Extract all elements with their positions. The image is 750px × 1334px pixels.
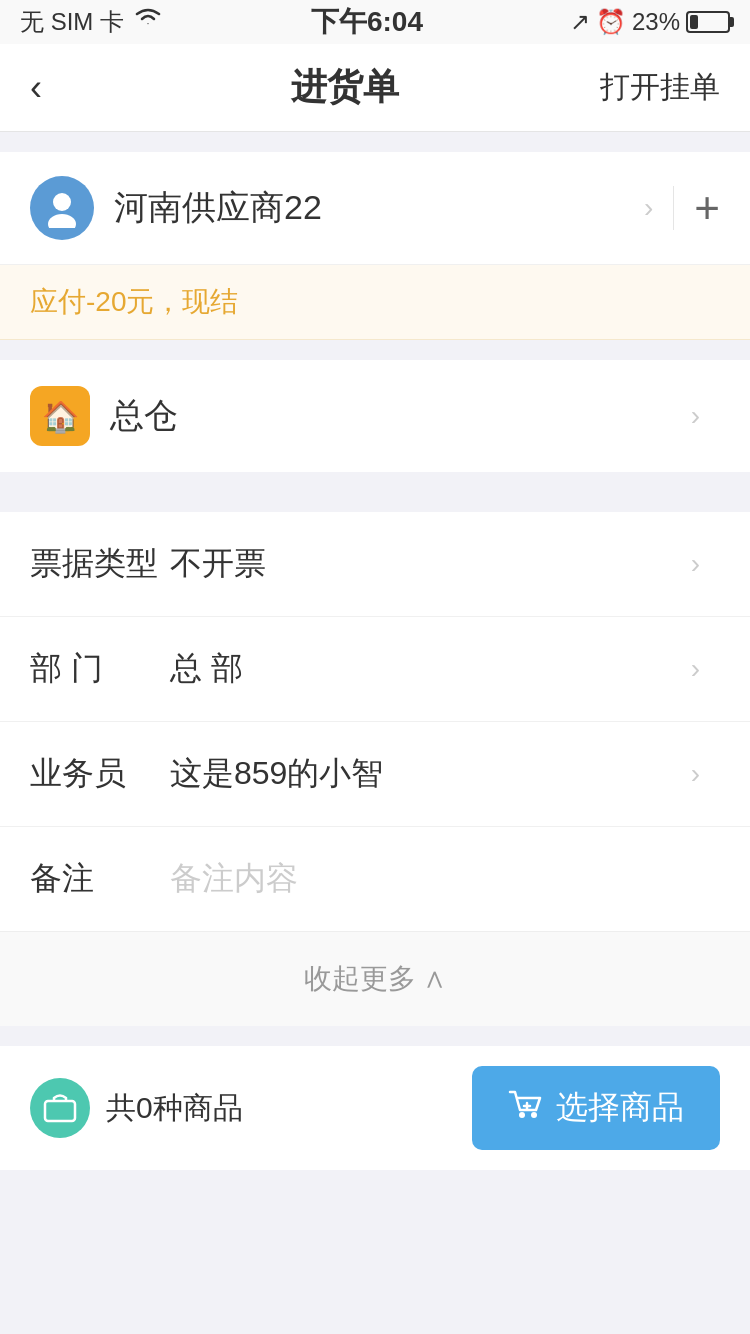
select-product-label: 选择商品	[556, 1086, 684, 1130]
product-summary: 共0种商品	[30, 1078, 243, 1138]
invoice-type-value: 不开票	[170, 542, 691, 586]
bottom-bar: 共0种商品 选择商品	[0, 1046, 750, 1170]
status-time: 下午6:04	[311, 3, 423, 41]
department-chevron-icon: ›	[691, 653, 700, 685]
house-icon: 🏠	[42, 399, 79, 434]
supplier-avatar	[30, 176, 94, 240]
divider-warehouse	[0, 340, 750, 360]
salesperson-label: 业务员	[30, 752, 170, 796]
supplier-chevron-icon: ›	[644, 192, 653, 224]
carrier-label: 无 SIM 卡	[20, 6, 124, 38]
battery-percent: 23%	[632, 8, 680, 36]
select-product-button[interactable]: 选择商品	[472, 1066, 720, 1150]
supplier-row[interactable]: 河南供应商22 › +	[0, 152, 750, 265]
svg-point-0	[53, 193, 71, 211]
department-value: 总 部	[170, 647, 691, 691]
divider-top	[0, 132, 750, 152]
notice-text: 应付-20元，现结	[30, 286, 238, 317]
notice-banner: 应付-20元，现结	[0, 265, 750, 340]
svg-point-3	[519, 1112, 525, 1118]
page-title: 进货单	[291, 63, 399, 112]
warehouse-row[interactable]: 🏠 总仓 ›	[0, 360, 750, 472]
back-button[interactable]: ‹	[30, 67, 90, 109]
department-row[interactable]: 部 门 总 部 ›	[0, 617, 750, 722]
salesperson-chevron-icon: ›	[691, 758, 700, 790]
warehouse-name: 总仓	[110, 393, 691, 439]
open-pending-button[interactable]: 打开挂单	[600, 67, 720, 108]
invoice-chevron-icon: ›	[691, 548, 700, 580]
product-icon	[30, 1078, 90, 1138]
alarm-icon: ⏰	[596, 8, 626, 36]
product-count: 共0种商品	[106, 1088, 243, 1129]
remark-label: 备注	[30, 857, 170, 901]
svg-point-1	[48, 214, 76, 228]
invoice-type-row[interactable]: 票据类型 不开票 ›	[0, 512, 750, 617]
warehouse-chevron-icon: ›	[691, 400, 700, 432]
page-body	[0, 1170, 750, 1334]
divider-form	[0, 472, 750, 492]
status-left: 无 SIM 卡	[20, 6, 164, 38]
form-section: 票据类型 不开票 › 部 门 总 部 › 业务员 这是859的小智 › 备注 备…	[0, 512, 750, 931]
salesperson-value: 这是859的小智	[170, 752, 691, 796]
invoice-type-label: 票据类型	[30, 542, 170, 586]
status-right: ↗ ⏰ 23%	[570, 8, 730, 36]
nav-bar: ‹ 进货单 打开挂单	[0, 44, 750, 132]
collapse-button[interactable]: 收起更多 ∧	[0, 931, 750, 1026]
supplier-section: 河南供应商22 › + 应付-20元，现结	[0, 152, 750, 340]
collapse-label: 收起更多 ∧	[304, 963, 447, 994]
status-bar: 无 SIM 卡 下午6:04 ↗ ⏰ 23%	[0, 0, 750, 44]
wifi-icon	[132, 8, 164, 36]
svg-point-4	[531, 1112, 537, 1118]
svg-rect-2	[45, 1101, 75, 1121]
warehouse-icon: 🏠	[30, 386, 90, 446]
remark-row[interactable]: 备注 备注内容	[0, 827, 750, 931]
salesperson-row[interactable]: 业务员 这是859的小智 ›	[0, 722, 750, 827]
add-supplier-button[interactable]: +	[673, 186, 720, 230]
department-label: 部 门	[30, 647, 170, 691]
battery-icon	[686, 11, 730, 33]
location-icon: ↗	[570, 8, 590, 36]
remark-placeholder: 备注内容	[170, 857, 720, 901]
supplier-name: 河南供应商22	[114, 185, 644, 231]
warehouse-section: 🏠 总仓 ›	[0, 360, 750, 472]
cart-icon	[508, 1090, 544, 1127]
